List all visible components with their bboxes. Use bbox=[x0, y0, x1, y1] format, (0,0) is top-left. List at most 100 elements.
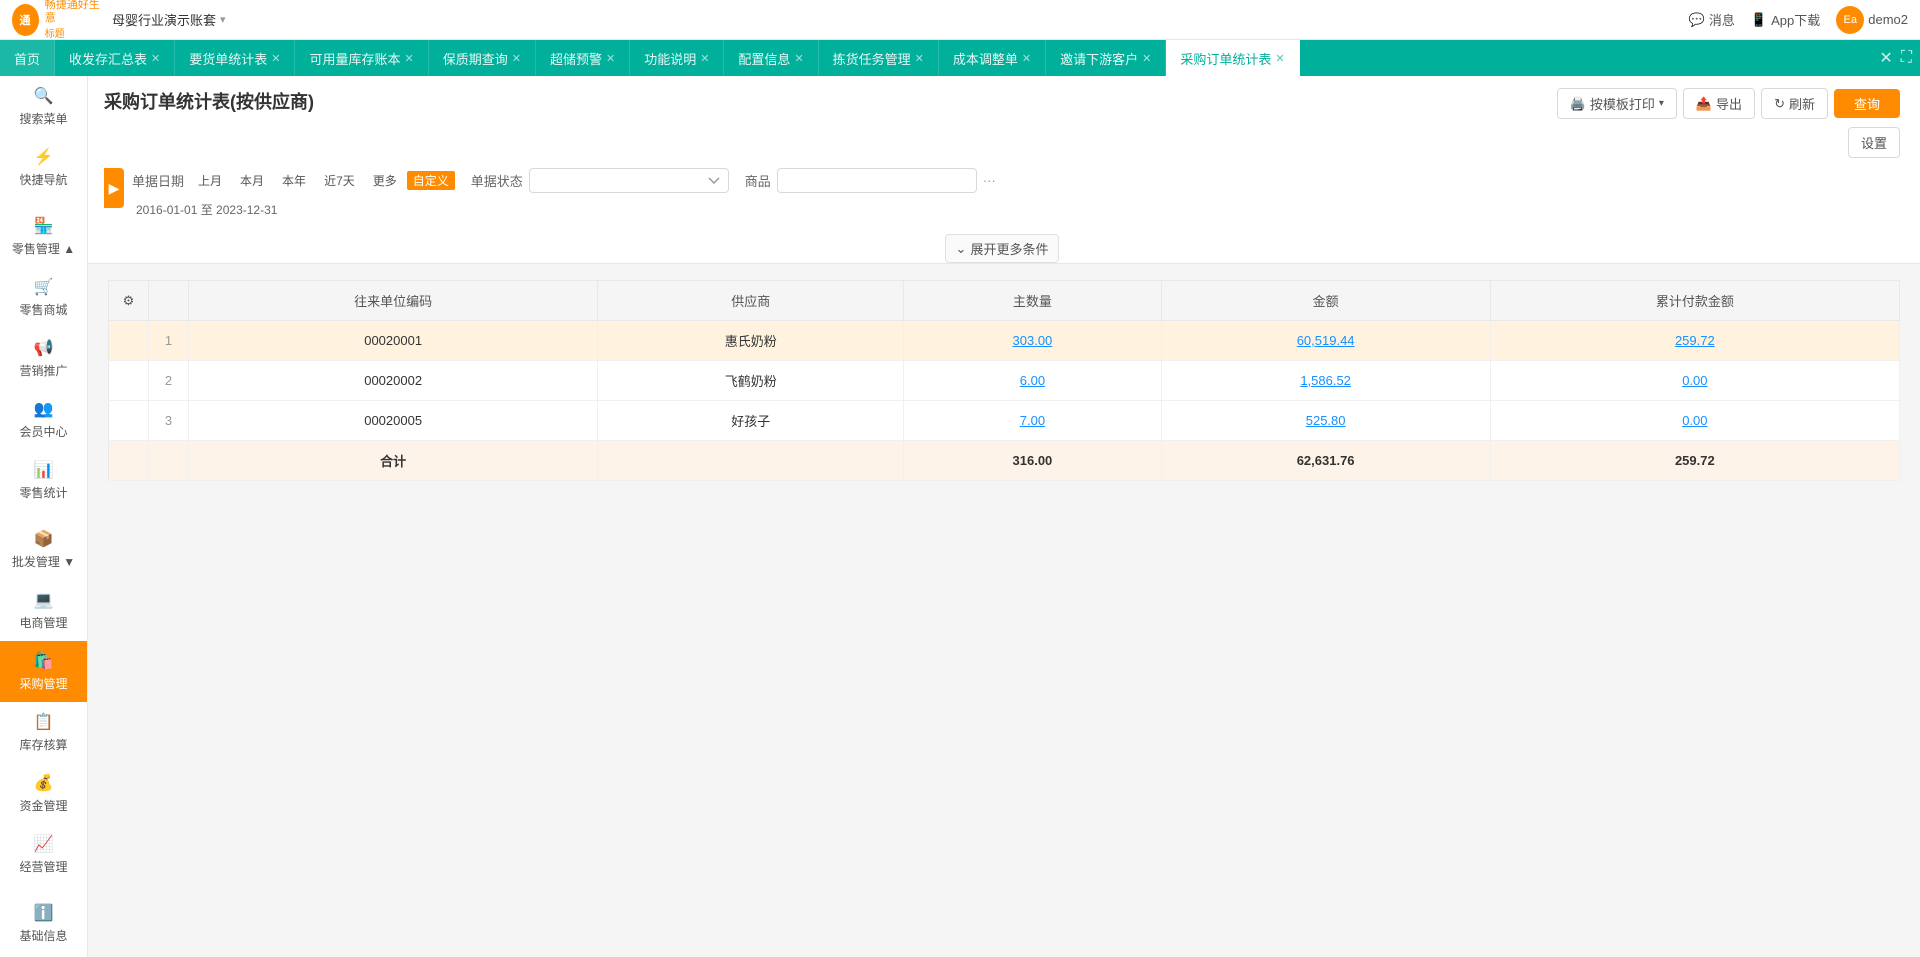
cell-paid-amount[interactable]: 0.00 bbox=[1490, 361, 1899, 401]
sidebar-item-retail-mgmt[interactable]: 🏪 零售管理 ▲ bbox=[0, 206, 87, 267]
close-icon[interactable]: ✕ bbox=[700, 52, 709, 65]
goods-input[interactable] bbox=[777, 168, 977, 193]
sidebar-label-retail-stat: 零售统计 bbox=[19, 484, 67, 501]
goods-more-icon[interactable]: ··· bbox=[983, 173, 996, 188]
shortcut-this-year[interactable]: 本年 bbox=[274, 170, 314, 191]
close-icon[interactable]: ✕ bbox=[606, 52, 615, 65]
tab-home[interactable]: 首页 bbox=[0, 40, 55, 76]
date-range-from: 2016-01-01 至 2023-12-31 bbox=[136, 201, 277, 218]
marketing-icon: 📢 bbox=[34, 338, 54, 358]
expand-more-btn[interactable]: ⌄ 展开更多条件 bbox=[945, 234, 1060, 263]
cell-settings bbox=[109, 401, 149, 441]
sidebar-item-retail-shop[interactable]: 🛒 零售商城 bbox=[0, 267, 87, 328]
sidebar-item-inventory[interactable]: 📋 库存核算 bbox=[0, 702, 87, 763]
workspace-selector[interactable]: 母婴行业演示账套 ▾ bbox=[112, 10, 1677, 29]
shortcut-this-month[interactable]: 本月 bbox=[232, 170, 272, 191]
cell-paid-amount[interactable]: 0.00 bbox=[1490, 401, 1899, 441]
tab-收发存汇总表[interactable]: 收发存汇总表 ✕ bbox=[55, 40, 175, 76]
content-area: 采购订单统计表(按供应商) 🖨️ 按模板打印 ▾ 📤 导出 bbox=[88, 76, 1920, 957]
filter-collapse-btn[interactable]: ▶ bbox=[104, 168, 124, 208]
tab-可用量库存账本[interactable]: 可用量库存账本 ✕ bbox=[295, 40, 428, 76]
workspace-chevron-icon: ▾ bbox=[220, 13, 226, 26]
sidebar-item-retail-stat[interactable]: 📊 零售统计 bbox=[0, 450, 87, 511]
close-icon[interactable]: ✕ bbox=[794, 52, 803, 65]
operation-icon: 📈 bbox=[34, 834, 54, 854]
sidebar-item-operation[interactable]: 📈 经营管理 bbox=[0, 824, 87, 885]
sidebar-item-shortcut[interactable]: ⚡ 快捷导航 bbox=[0, 137, 87, 198]
date-shortcuts: 上月 本月 本年 近7天 更多 自定义 bbox=[190, 170, 455, 191]
close-icon[interactable]: ✕ bbox=[1142, 52, 1151, 65]
footer-amount: 62,631.76 bbox=[1161, 441, 1490, 481]
sidebar-item-wholesale[interactable]: 📦 批发管理 ▼ bbox=[0, 519, 87, 580]
status-select[interactable] bbox=[529, 168, 729, 193]
custom-date-badge[interactable]: 自定义 bbox=[407, 171, 455, 190]
close-icon[interactable]: ✕ bbox=[151, 52, 160, 65]
sidebar-item-ecommerce[interactable]: 💻 电商管理 bbox=[0, 580, 87, 641]
close-icon[interactable]: ✕ bbox=[915, 52, 924, 65]
cell-main-qty[interactable]: 303.00 bbox=[904, 321, 1161, 361]
user-area[interactable]: Ea demo2 bbox=[1836, 6, 1908, 34]
footer-cell-settings bbox=[109, 441, 149, 481]
table-header: ⚙ 往来单位编码 供应商 主数量 金额 累计付款金额 bbox=[109, 281, 1900, 321]
tab-邀请下游客户[interactable]: 邀请下游客户 ✕ bbox=[1046, 40, 1166, 76]
sidebar-item-member[interactable]: 👥 会员中心 bbox=[0, 389, 87, 450]
sidebar-item-search[interactable]: 🔍 搜索菜单 bbox=[0, 76, 87, 137]
finance-icon: 💰 bbox=[34, 773, 54, 793]
shortcut-icon: ⚡ bbox=[34, 147, 54, 167]
tab-功能说明[interactable]: 功能说明 ✕ bbox=[630, 40, 724, 76]
header-row: ⚙ 往来单位编码 供应商 主数量 金额 累计付款金额 bbox=[109, 281, 1900, 321]
sidebar-label-member: 会员中心 bbox=[19, 423, 67, 440]
shortcut-more[interactable]: 更多 bbox=[365, 170, 405, 191]
search-icon: 🔍 bbox=[34, 86, 54, 106]
sidebar-label-wholesale: 批发管理 ▼ bbox=[12, 553, 75, 570]
message-btn[interactable]: 💬 消息 bbox=[1689, 10, 1735, 29]
settings-btn[interactable]: 设置 bbox=[1848, 127, 1900, 158]
footer-label: 合计 bbox=[189, 441, 598, 481]
cell-main-qty[interactable]: 7.00 bbox=[904, 401, 1161, 441]
cell-paid-amount[interactable]: 259.72 bbox=[1490, 321, 1899, 361]
date-label: 单据日期 bbox=[132, 171, 184, 190]
refresh-btn[interactable]: ↻ 刷新 bbox=[1761, 88, 1828, 119]
footer-main-qty: 316.00 bbox=[904, 441, 1161, 481]
th-amount: 金额 bbox=[1161, 281, 1490, 321]
close-icon[interactable]: ✕ bbox=[405, 52, 414, 65]
sidebar-item-purchase[interactable]: 🛍️ 采购管理 bbox=[0, 641, 87, 702]
tab-保质期查询[interactable]: 保质期查询 ✕ bbox=[429, 40, 536, 76]
tab-拣货任务管理[interactable]: 拣货任务管理 ✕ bbox=[819, 40, 939, 76]
close-icon[interactable]: ✕ bbox=[512, 52, 521, 65]
tab-expand-icon[interactable]: ⛶ bbox=[1901, 49, 1912, 67]
tab-成本调整单[interactable]: 成本调整单 ✕ bbox=[939, 40, 1046, 76]
close-icon[interactable]: ✕ bbox=[271, 52, 280, 65]
column-settings-icon[interactable]: ⚙ bbox=[123, 293, 135, 308]
footer-supplier bbox=[598, 441, 904, 481]
tab-超储预警[interactable]: 超储预警 ✕ bbox=[536, 40, 630, 76]
cell-seq: 3 bbox=[149, 401, 189, 441]
sidebar-item-finance[interactable]: 💰 资金管理 bbox=[0, 763, 87, 824]
tab-要货单统计表[interactable]: 要货单统计表 ✕ bbox=[175, 40, 295, 76]
tab-close-all-icon[interactable]: ✕ bbox=[1879, 48, 1892, 68]
goods-filter-group: 商品 ··· bbox=[745, 168, 996, 193]
search-label: 查询 bbox=[1854, 97, 1880, 112]
cell-main-qty[interactable]: 6.00 bbox=[904, 361, 1161, 401]
cell-amount[interactable]: 60,519.44 bbox=[1161, 321, 1490, 361]
shortcut-7days[interactable]: 近7天 bbox=[316, 170, 363, 191]
table-footer: 合计 316.00 62,631.76 259.72 bbox=[109, 441, 1900, 481]
avatar: Ea bbox=[1836, 6, 1864, 34]
search-btn[interactable]: 查询 bbox=[1834, 89, 1900, 118]
close-icon[interactable]: ✕ bbox=[1275, 52, 1284, 65]
tab-配置信息[interactable]: 配置信息 ✕ bbox=[724, 40, 818, 76]
sidebar-item-marketing[interactable]: 📢 营销推广 bbox=[0, 328, 87, 389]
app-download-btn[interactable]: 📱 App下载 bbox=[1751, 10, 1820, 29]
sidebar-item-basic-info[interactable]: ℹ️ 基础信息 bbox=[0, 893, 87, 954]
export-btn[interactable]: 📤 导出 bbox=[1683, 88, 1755, 119]
table-row: 3 00020005 好孩子 7.00 525.80 0.00 bbox=[109, 401, 1900, 441]
cell-amount[interactable]: 525.80 bbox=[1161, 401, 1490, 441]
sidebar-label-marketing: 营销推广 bbox=[19, 362, 67, 379]
tab-采购订单统计表[interactable]: 采购订单统计表 ✕ bbox=[1166, 40, 1299, 76]
close-icon[interactable]: ✕ bbox=[1022, 52, 1031, 65]
settings-label: 设置 bbox=[1861, 136, 1887, 151]
shortcut-last-month[interactable]: 上月 bbox=[190, 170, 230, 191]
sidebar-label-basic-info: 基础信息 bbox=[19, 927, 67, 944]
cell-amount[interactable]: 1,586.52 bbox=[1161, 361, 1490, 401]
template-print-btn[interactable]: 🖨️ 按模板打印 ▾ bbox=[1557, 88, 1677, 119]
